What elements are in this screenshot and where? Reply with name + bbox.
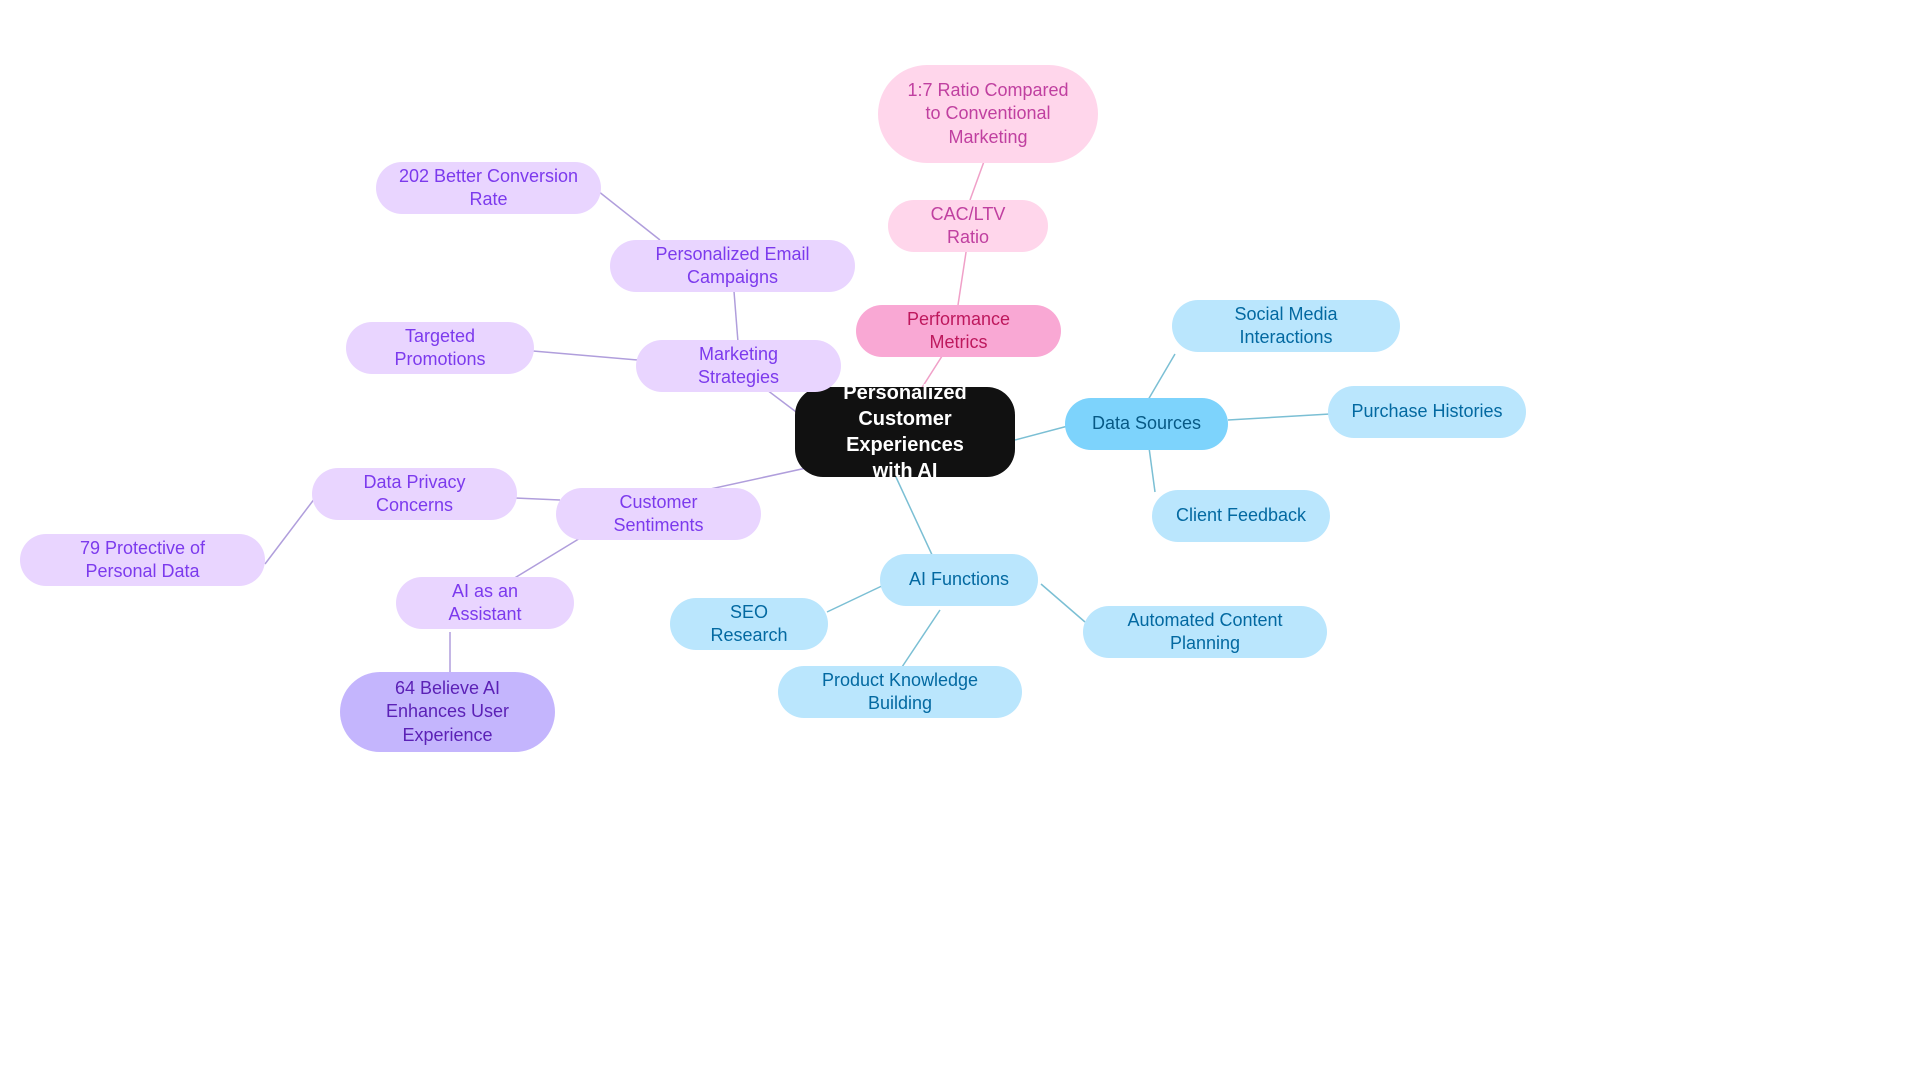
ratio-label: 1:7 Ratio Compared to Conventional Marke… xyxy=(900,79,1076,149)
performance-label: Performance Metrics xyxy=(878,308,1039,355)
cac-node: CAC/LTV Ratio xyxy=(888,200,1048,252)
social-media-node: Social Media Interactions xyxy=(1172,300,1400,352)
data-sources-label: Data Sources xyxy=(1092,412,1201,435)
ai-functions-label: AI Functions xyxy=(909,568,1009,591)
client-feedback-label: Client Feedback xyxy=(1176,504,1306,527)
better-conversion-label: 202 Better Conversion Rate xyxy=(398,165,579,212)
data-privacy-node: Data Privacy Concerns xyxy=(312,468,517,520)
cac-label: CAC/LTV Ratio xyxy=(910,203,1026,250)
marketing-label: Marketing Strategies xyxy=(658,343,819,390)
protective-data-label: 79 Protective of Personal Data xyxy=(42,537,243,584)
social-media-label: Social Media Interactions xyxy=(1194,303,1378,350)
targeted-promos-node: Targeted Promotions xyxy=(346,322,534,374)
customer-sentiments-label: Customer Sentiments xyxy=(578,491,739,538)
data-privacy-label: Data Privacy Concerns xyxy=(334,471,495,518)
ratio-node: 1:7 Ratio Compared to Conventional Marke… xyxy=(878,65,1098,163)
ai-functions-node: AI Functions xyxy=(880,554,1038,606)
seo-research-node: SEO Research xyxy=(670,598,828,650)
client-feedback-node: Client Feedback xyxy=(1152,490,1330,542)
ai-assistant-label: AI as an Assistant xyxy=(418,580,552,627)
customer-sentiments-node: Customer Sentiments xyxy=(556,488,761,540)
email-campaigns-node: Personalized Email Campaigns xyxy=(610,240,855,292)
data-sources-node: Data Sources xyxy=(1065,398,1228,450)
believe-ai-node: 64 Believe AI Enhances User Experience xyxy=(340,672,555,752)
center-node: Personalized Customer Experiences with A… xyxy=(795,387,1015,477)
purchase-histories-node: Purchase Histories xyxy=(1328,386,1526,438)
protective-data-node: 79 Protective of Personal Data xyxy=(20,534,265,586)
purchase-histories-label: Purchase Histories xyxy=(1351,400,1502,423)
marketing-node: Marketing Strategies xyxy=(636,340,841,392)
automated-content-label: Automated Content Planning xyxy=(1105,609,1305,656)
performance-node: Performance Metrics xyxy=(856,305,1061,357)
seo-research-label: SEO Research xyxy=(692,601,806,648)
product-knowledge-label: Product Knowledge Building xyxy=(800,669,1000,716)
automated-content-node: Automated Content Planning xyxy=(1083,606,1327,658)
product-knowledge-node: Product Knowledge Building xyxy=(778,666,1022,718)
believe-ai-label: 64 Believe AI Enhances User Experience xyxy=(362,677,533,747)
targeted-promos-label: Targeted Promotions xyxy=(368,325,512,372)
ai-assistant-node: AI as an Assistant xyxy=(396,577,574,629)
better-conversion-node: 202 Better Conversion Rate xyxy=(376,162,601,214)
center-label: Personalized Customer Experiences with A… xyxy=(829,380,981,484)
email-campaigns-label: Personalized Email Campaigns xyxy=(632,243,833,290)
